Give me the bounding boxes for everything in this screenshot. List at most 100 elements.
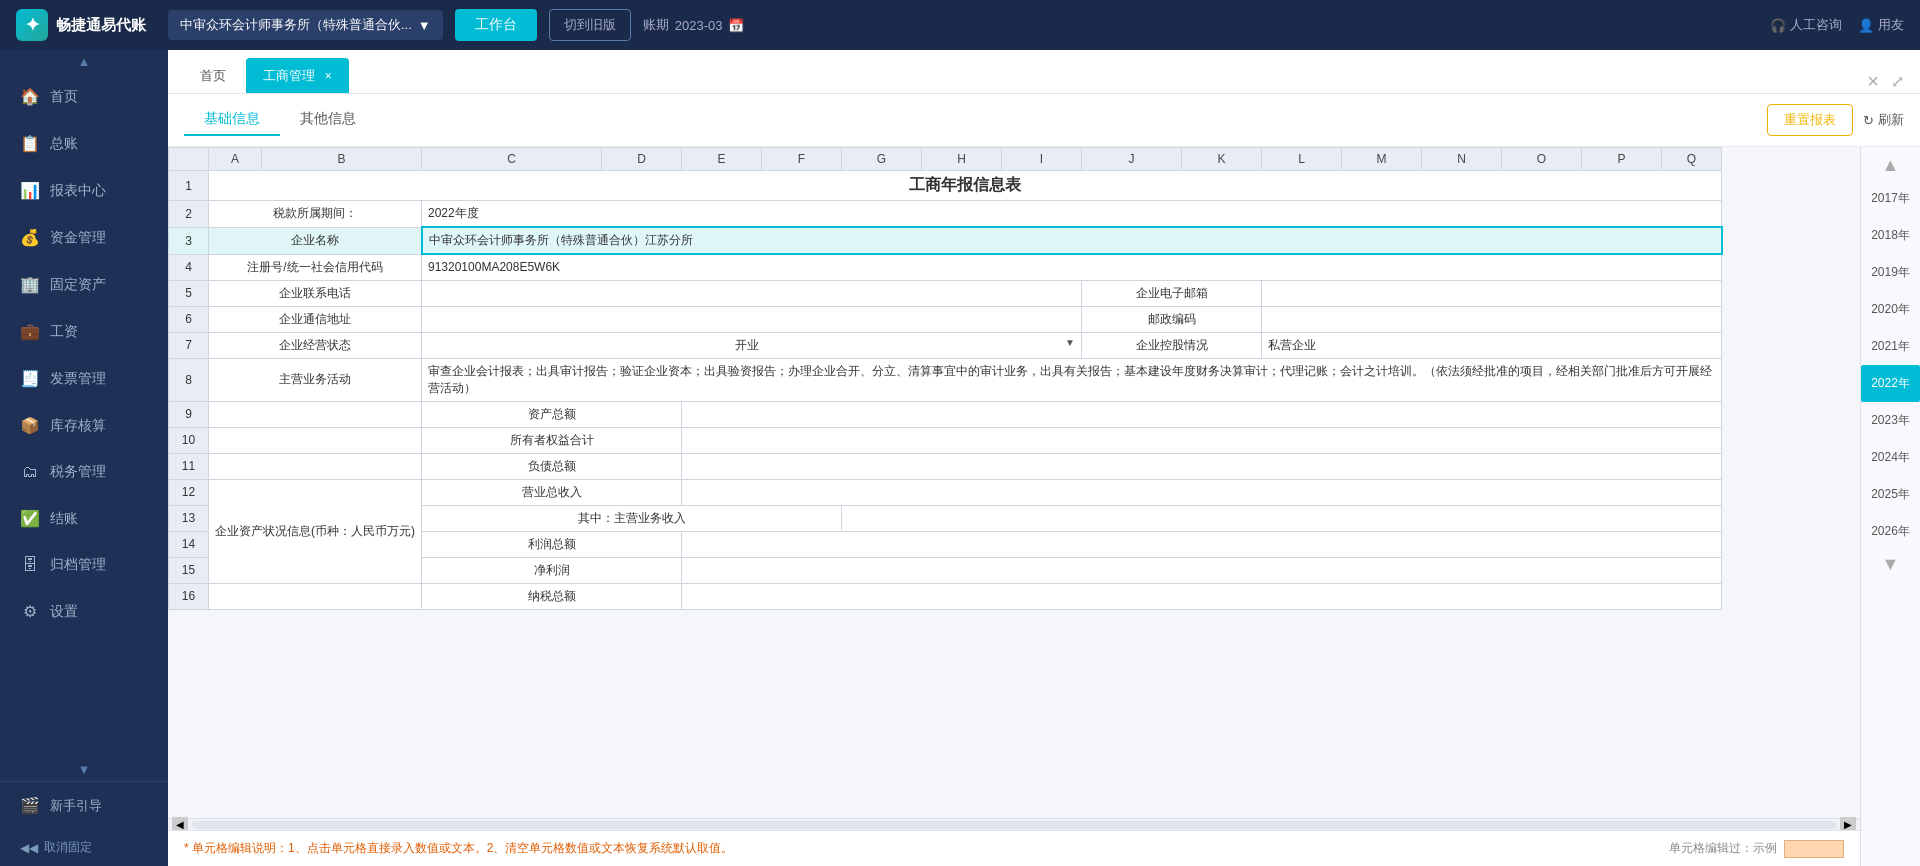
refresh-button[interactable]: ↻ 刷新 (1863, 111, 1904, 129)
tel-value[interactable] (422, 280, 1082, 306)
sidebar-item-assets[interactable]: 🏢 固定资产 (0, 261, 168, 308)
total-profit-value[interactable] (682, 531, 1722, 557)
sidebar-item-inventory[interactable]: 📦 库存核算 (0, 402, 168, 449)
user-button[interactable]: 👤 用友 (1858, 16, 1904, 34)
year-2026[interactable]: 2026年 (1861, 513, 1920, 550)
period-value: 2023-03 (675, 18, 723, 33)
subtab-basic[interactable]: 基础信息 (184, 104, 280, 136)
sidebar-item-invoices[interactable]: 🧾 发票管理 (0, 355, 168, 402)
chevron-down-icon: ▼ (418, 18, 431, 33)
tax-total-placeholder (209, 583, 422, 609)
year-2022[interactable]: 2022年 (1861, 365, 1920, 402)
tab-home[interactable]: 首页 (184, 59, 242, 93)
horizontal-scrollbar[interactable]: ◀ ▶ (168, 818, 1860, 830)
year-2024[interactable]: 2024年 (1861, 439, 1920, 476)
user-icon: 👤 (1858, 18, 1874, 33)
sidebar-scroll-up[interactable]: ▲ (0, 50, 168, 73)
sidebar-scroll-down[interactable]: ▼ (0, 758, 168, 781)
col-header-i: I (1002, 148, 1082, 171)
sheet-content[interactable]: A B C D E F G H I J K L (168, 147, 1860, 818)
sidebar-item-wages[interactable]: 💼 工资 (0, 308, 168, 355)
total-assets-value[interactable] (682, 401, 1722, 427)
net-profit-label: 净利润 (422, 557, 682, 583)
tax-icon: 🗂 (20, 463, 40, 481)
edit-hint: * 单元格编辑说明：1、点击单元格直接录入数值或文本。2、清空单元格数值或文本恢… (184, 840, 733, 857)
year-scroll-up[interactable]: ▲ (1878, 151, 1904, 180)
col-header-e: E (682, 148, 762, 171)
company-name-value[interactable]: 中审众环会计师事务所（特殊普通合伙）江苏分所 (422, 227, 1722, 254)
net-profit-value[interactable] (682, 557, 1722, 583)
total-liab-value[interactable] (682, 453, 1722, 479)
email-value[interactable] (1262, 280, 1722, 306)
tax-total-value[interactable] (682, 583, 1722, 609)
row-num-2: 2 (169, 201, 209, 228)
period-label: 账期 (643, 16, 669, 34)
reg-no-value[interactable]: 91320100MA208E5W6K (422, 254, 1722, 280)
biz-status-value[interactable]: 开业▼ (422, 332, 1082, 358)
main-revenue-label: 其中：主营业务收入 (422, 505, 842, 531)
year-2018[interactable]: 2018年 (1861, 217, 1920, 254)
tax-total-label: 纳税总额 (422, 583, 682, 609)
sidebar-item-tax[interactable]: 🗂 税务管理 (0, 449, 168, 495)
col-header-c: C (422, 148, 602, 171)
equity-value[interactable] (682, 427, 1722, 453)
old-version-button[interactable]: 切到旧版 (549, 9, 631, 41)
maximize-window-icon[interactable]: ⤢ (1891, 72, 1904, 91)
sidebar-home-label: 首页 (50, 88, 78, 106)
address-value[interactable] (422, 306, 1082, 332)
total-profit-label: 利润总额 (422, 531, 682, 557)
reset-button[interactable]: 重置报表 (1767, 104, 1853, 136)
sidebar-item-ledger[interactable]: 📋 总账 (0, 120, 168, 167)
period-display: 账期 2023-03 📅 (643, 16, 745, 34)
col-header-p: P (1582, 148, 1662, 171)
holdings-value[interactable]: 私营企业 (1262, 332, 1722, 358)
year-2023[interactable]: 2023年 (1861, 402, 1920, 439)
year-panel: ▲ 2017年 2018年 2019年 2020年 2021年 2022年 20… (1860, 147, 1920, 866)
col-header-h: H (922, 148, 1002, 171)
row-num-7: 7 (169, 332, 209, 358)
subtab-other[interactable]: 其他信息 (280, 104, 376, 136)
year-2019[interactable]: 2019年 (1861, 254, 1920, 291)
sidebar-item-closing[interactable]: ✅ 结账 (0, 495, 168, 542)
total-revenue-value[interactable] (682, 479, 1722, 505)
sidebar-item-guide[interactable]: 🎬 新手引导 (0, 782, 168, 829)
row-num-13: 13 (169, 505, 209, 531)
year-2025[interactable]: 2025年 (1861, 476, 1920, 513)
title-cell[interactable]: 工商年报信息表 (209, 171, 1722, 201)
workbench-button[interactable]: 工作台 (455, 9, 537, 41)
row-num-15: 15 (169, 557, 209, 583)
table-row: 7 企业经营状态 开业▼ 企业控股情况 私营企业 (169, 332, 1722, 358)
refresh-label: 刷新 (1878, 111, 1904, 129)
main-biz-value[interactable]: 审查企业会计报表；出具审计报告；验证企业资本；出具验资报告；办理企业合开、分立、… (422, 358, 1722, 401)
sidebar-item-reports[interactable]: 📊 报表中心 (0, 167, 168, 214)
tab-close-icon[interactable]: × (325, 69, 332, 83)
invoices-icon: 🧾 (20, 369, 40, 388)
tab-ic-mgmt[interactable]: 工商管理 × (246, 58, 349, 93)
row-num-5: 5 (169, 280, 209, 306)
year-2020[interactable]: 2020年 (1861, 291, 1920, 328)
unpin-button[interactable]: ◀◀ 取消固定 (0, 829, 168, 866)
tax-period-value[interactable]: 2022年度 (422, 201, 1722, 228)
table-row: 16 纳税总额 (169, 583, 1722, 609)
sidebar-item-archive[interactable]: 🗄 归档管理 (0, 542, 168, 588)
company-selector[interactable]: 中审众环会计师事务所（特殊普通合伙... ▼ (168, 10, 443, 40)
total-assets-label: 资产总额 (422, 401, 682, 427)
sidebar-item-home[interactable]: 🏠 首页 (0, 73, 168, 120)
year-2021[interactable]: 2021年 (1861, 328, 1920, 365)
year-scroll-down[interactable]: ▼ (1878, 550, 1904, 579)
col-header-k: K (1182, 148, 1262, 171)
close-window-icon[interactable]: × (1867, 70, 1879, 93)
year-2017[interactable]: 2017年 (1861, 180, 1920, 217)
sidebar-item-funds[interactable]: 💰 资金管理 (0, 214, 168, 261)
table-row: 9 资产总额 (169, 401, 1722, 427)
content-area: 首页 工商管理 × × ⤢ 基础信息 其他信息 重 (168, 50, 1920, 866)
scroll-track-h[interactable] (192, 821, 1836, 829)
tab-ic-mgmt-label: 工商管理 (263, 68, 315, 83)
main-revenue-value[interactable] (842, 505, 1722, 531)
row-num-9: 9 (169, 401, 209, 427)
postcode-value[interactable] (1262, 306, 1722, 332)
sidebar-inventory-label: 库存核算 (50, 417, 106, 435)
calendar-icon[interactable]: 📅 (728, 18, 744, 33)
sidebar-item-settings[interactable]: ⚙ 设置 (0, 588, 168, 635)
service-button[interactable]: 🎧 人工咨询 (1770, 16, 1842, 34)
